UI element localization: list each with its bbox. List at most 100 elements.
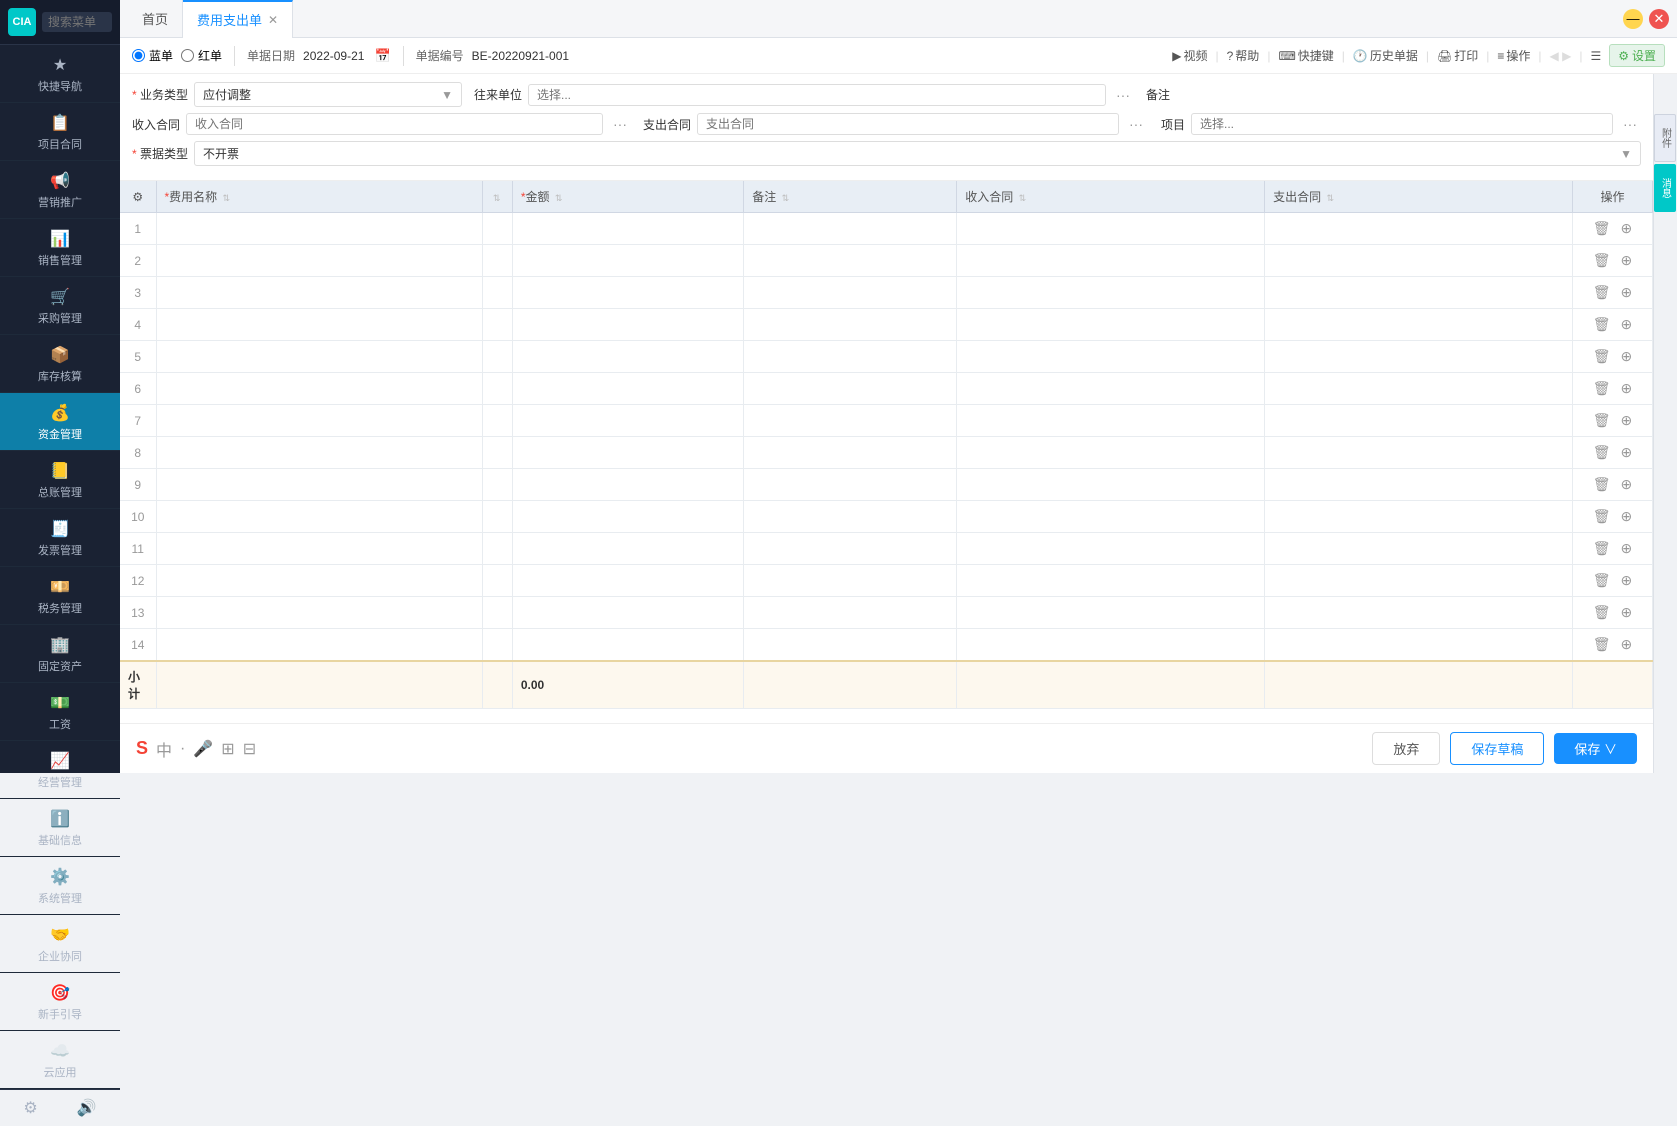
expense-contract-input[interactable] xyxy=(697,113,1119,135)
delete-icon[interactable]: 🗑 xyxy=(1590,411,1614,430)
partner-input[interactable] xyxy=(528,84,1106,106)
income-contract-cell[interactable] xyxy=(957,277,1265,309)
remark-cell[interactable] xyxy=(744,533,957,565)
sidebar-item-inventory[interactable]: 📦 库存核算 xyxy=(0,335,120,393)
sidebar-item-account-mgmt[interactable]: 📒 总账管理 xyxy=(0,451,120,509)
amount-cell[interactable] xyxy=(512,405,743,437)
expense-name-cell[interactable] xyxy=(156,277,482,309)
remark-cell[interactable] xyxy=(744,277,957,309)
project-input[interactable] xyxy=(1191,113,1613,135)
delete-icon[interactable]: 🗑 xyxy=(1590,379,1614,398)
delete-icon[interactable]: 🗑 xyxy=(1590,539,1614,558)
expense-contract-cell[interactable] xyxy=(1265,405,1573,437)
remark-cell[interactable] xyxy=(744,501,957,533)
copy-icon[interactable]: ⊕ xyxy=(1618,539,1636,558)
sidebar-item-sales-mgmt[interactable]: 📊 销售管理 xyxy=(0,219,120,277)
expense-name-cell[interactable] xyxy=(156,405,482,437)
remark-cell[interactable] xyxy=(744,309,957,341)
income-contract-cell[interactable] xyxy=(957,373,1265,405)
print-action[interactable]: 🖨 打印 xyxy=(1437,47,1478,64)
expense-name-cell[interactable] xyxy=(156,597,482,629)
sidebar-item-sales-promotion[interactable]: 📢 营销推广 xyxy=(0,161,120,219)
grid-icon[interactable]: ⊟ xyxy=(243,739,256,759)
delete-icon[interactable]: 🗑 xyxy=(1590,219,1614,238)
right-sidebar-tab-msg[interactable]: 消息 xyxy=(1654,164,1676,212)
sidebar-item-quick-nav[interactable]: ★ 快捷导航 xyxy=(0,45,120,103)
expense-name-cell[interactable] xyxy=(156,309,482,341)
settings-button[interactable]: ⚙ 设置 xyxy=(1609,44,1665,67)
amount-cell[interactable] xyxy=(512,245,743,277)
sidebar-item-new-guide[interactable]: 🎯 新手引导 xyxy=(0,973,120,1031)
window-minimize-btn[interactable]: — xyxy=(1623,9,1643,29)
sidebar-item-invoice-mgmt[interactable]: 🧾 发票管理 xyxy=(0,509,120,567)
expense-contract-cell[interactable] xyxy=(1265,565,1573,597)
remark-cell[interactable] xyxy=(744,629,957,662)
delete-icon[interactable]: 🗑 xyxy=(1590,571,1614,590)
note-input[interactable] xyxy=(1176,88,1641,102)
expense-contract-cell[interactable] xyxy=(1265,629,1573,662)
income-contract-cell[interactable] xyxy=(957,597,1265,629)
invoice-type-select[interactable]: 不开票 ▼ xyxy=(194,141,1641,166)
amount-cell[interactable] xyxy=(512,533,743,565)
settings-icon[interactable]: ⚙ xyxy=(23,1098,37,1118)
project-more-icon[interactable]: ··· xyxy=(1619,116,1641,132)
th-gear[interactable]: ⚙ xyxy=(120,181,156,213)
sidebar-item-corp-collab[interactable]: 🤝 企业协同 xyxy=(0,915,120,973)
income-contract-cell[interactable] xyxy=(957,469,1265,501)
expense-name-cell[interactable] xyxy=(156,629,482,662)
amount-cell[interactable] xyxy=(512,629,743,662)
number-value[interactable]: BE-20220921-001 xyxy=(472,49,569,63)
amount-cell[interactable] xyxy=(512,373,743,405)
copy-icon[interactable]: ⊕ xyxy=(1618,251,1636,270)
income-contract-cell[interactable] xyxy=(957,245,1265,277)
mic-icon[interactable]: 🎤 xyxy=(193,739,213,759)
blue-bill-radio[interactable]: 蓝单 xyxy=(132,47,173,64)
expense-contract-cell[interactable] xyxy=(1265,341,1573,373)
expense-name-cell[interactable] xyxy=(156,373,482,405)
copy-icon[interactable]: ⊕ xyxy=(1618,315,1636,334)
income-contract-cell[interactable] xyxy=(957,533,1265,565)
discard-button[interactable]: 放弃 xyxy=(1372,732,1440,765)
remark-cell[interactable] xyxy=(744,469,957,501)
delete-icon[interactable]: 🗑 xyxy=(1590,283,1614,302)
expense-contract-cell[interactable] xyxy=(1265,533,1573,565)
income-contract-more-icon[interactable]: ··· xyxy=(609,116,631,132)
remark-cell[interactable] xyxy=(744,373,957,405)
expense-contract-cell[interactable] xyxy=(1265,277,1573,309)
copy-icon[interactable]: ⊕ xyxy=(1618,635,1636,654)
copy-icon[interactable]: ⊕ xyxy=(1618,347,1636,366)
save-draft-button[interactable]: 保存草稿 xyxy=(1450,732,1544,765)
sidebar-item-basic-info[interactable]: ℹ️ 基础信息 xyxy=(0,799,120,857)
expense-name-cell[interactable] xyxy=(156,469,482,501)
sidebar-item-sys-mgmt[interactable]: ⚙️ 系统管理 xyxy=(0,857,120,915)
expense-contract-cell[interactable] xyxy=(1265,501,1573,533)
tab-home[interactable]: 首页 xyxy=(128,0,183,38)
right-sidebar-tab-attach[interactable]: 附件 xyxy=(1654,114,1676,162)
copy-icon[interactable]: ⊕ xyxy=(1618,283,1636,302)
expense-name-cell[interactable] xyxy=(156,437,482,469)
copy-icon[interactable]: ⊕ xyxy=(1618,411,1636,430)
dot-icon[interactable]: · xyxy=(180,740,185,758)
income-contract-cell[interactable] xyxy=(957,565,1265,597)
remark-cell[interactable] xyxy=(744,341,957,373)
sidebar-item-capital-mgmt[interactable]: 💰 资金管理 xyxy=(0,393,120,451)
operation-action[interactable]: ≡ 操作 xyxy=(1497,47,1530,64)
delete-icon[interactable]: 🗑 xyxy=(1590,603,1614,622)
amount-cell[interactable] xyxy=(512,309,743,341)
income-contract-cell[interactable] xyxy=(957,501,1265,533)
income-contract-cell[interactable] xyxy=(957,405,1265,437)
amount-cell[interactable] xyxy=(512,597,743,629)
table-icon[interactable]: ⊞ xyxy=(221,739,234,759)
amount-cell[interactable] xyxy=(512,277,743,309)
sidebar-item-tax-mgmt[interactable]: 💴 税务管理 xyxy=(0,567,120,625)
delete-icon[interactable]: 🗑 xyxy=(1590,635,1614,654)
remark-cell[interactable] xyxy=(744,565,957,597)
amount-cell[interactable] xyxy=(512,469,743,501)
sidebar-item-cloud-apps[interactable]: ☁️ 云应用 xyxy=(0,1031,120,1089)
sidebar-item-project-contract[interactable]: 📋 项目合同 xyxy=(0,103,120,161)
partner-more-icon[interactable]: ··· xyxy=(1112,87,1134,103)
income-contract-cell[interactable] xyxy=(957,213,1265,245)
history-action[interactable]: 🕐 历史单据 xyxy=(1353,47,1418,64)
delete-icon[interactable]: 🗑 xyxy=(1590,507,1614,526)
expense-contract-cell[interactable] xyxy=(1265,469,1573,501)
